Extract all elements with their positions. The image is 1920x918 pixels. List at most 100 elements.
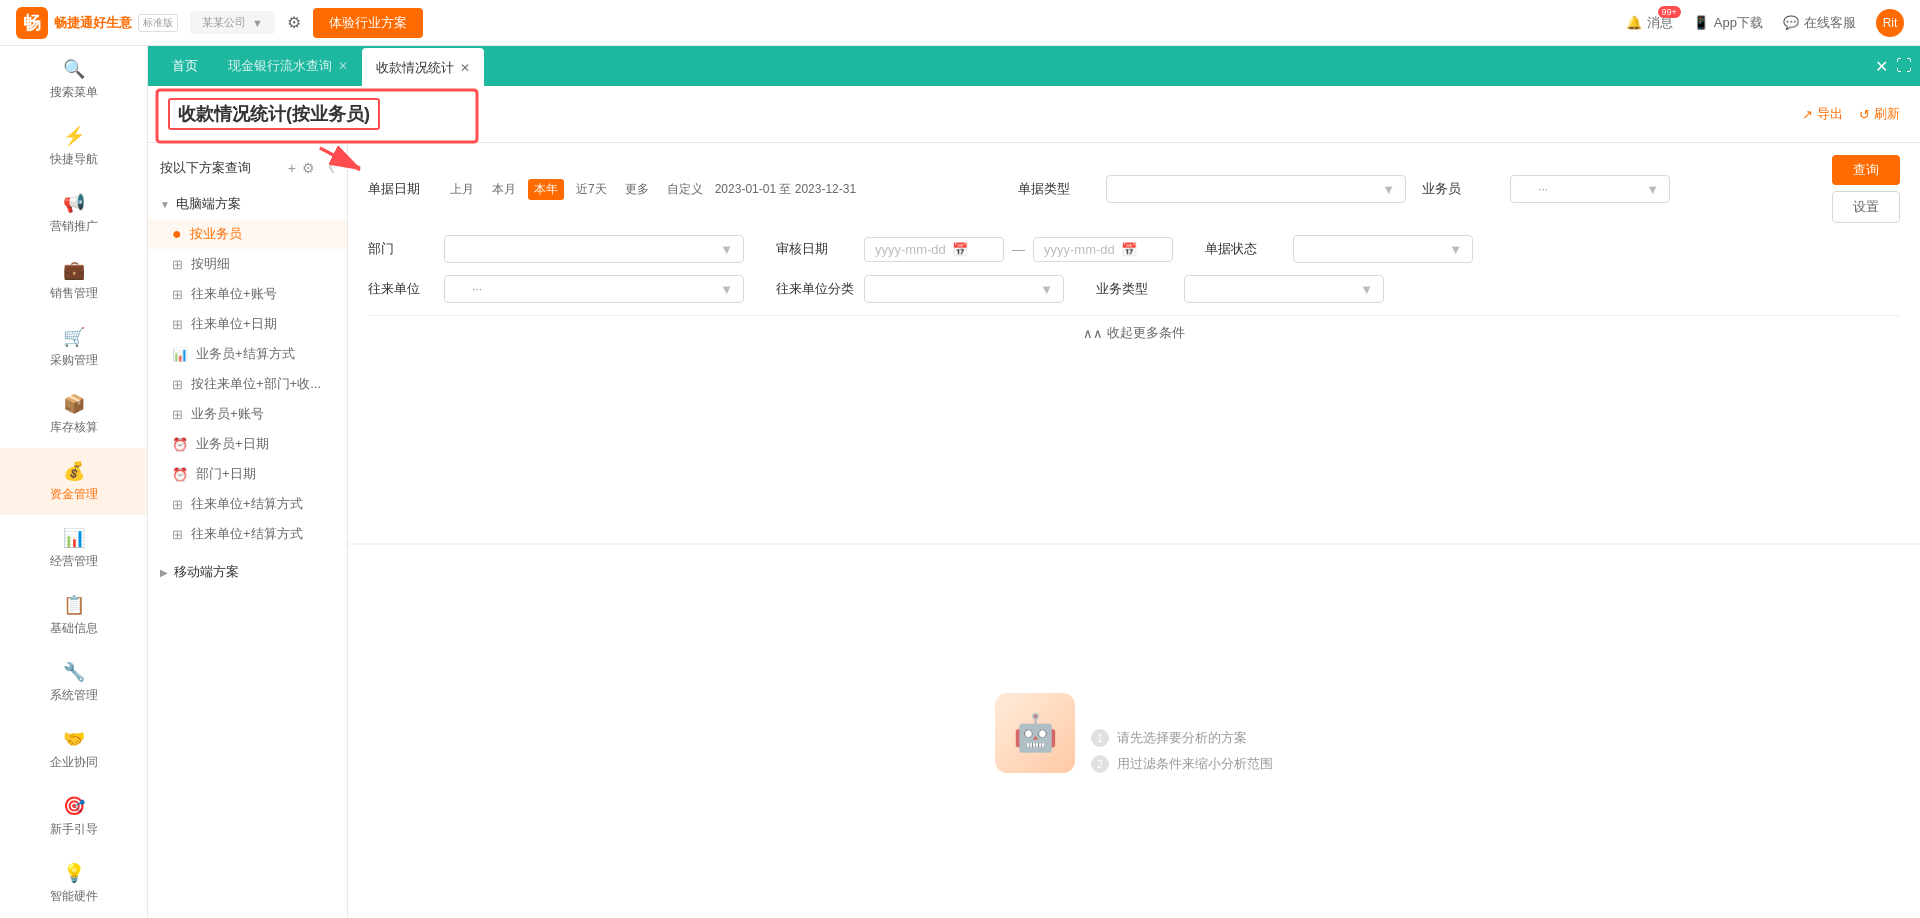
- header-right: 🔔 消息 99+ 📱 App下载 💬 在线客服 Rit: [1626, 9, 1904, 37]
- settings-icon[interactable]: ⚙: [287, 13, 301, 32]
- logo-icon: 畅: [16, 7, 48, 39]
- scheme-item-salesperson-settlement[interactable]: 📊 业务员+结算方式: [148, 339, 347, 369]
- date-shortcut-this-year[interactable]: 本年: [528, 179, 564, 200]
- action-buttons: 查询 设置: [1832, 155, 1900, 223]
- online-service-btn[interactable]: 💬 在线客服: [1783, 14, 1856, 32]
- scheme-group-mobile-title[interactable]: ▶ 移动端方案: [148, 557, 347, 587]
- edition-badge: 标准版: [138, 14, 178, 32]
- sidebar-item-system[interactable]: 🔧 系统管理: [0, 649, 147, 716]
- refresh-icon: ↺: [1859, 107, 1870, 122]
- scheme-item-salesperson-date[interactable]: ⏰ 业务员+日期: [148, 429, 347, 459]
- sidebar-item-finance[interactable]: 💰 资金管理: [0, 448, 147, 515]
- sidebar-item-quick-nav[interactable]: ⚡ 快捷导航: [0, 113, 147, 180]
- sidebar-item-enterprise[interactable]: 🤝 企业协同: [0, 716, 147, 783]
- mobile-expand-arrow: ▶: [160, 567, 168, 578]
- scheme-item-partner-settlement3[interactable]: ⊞ 往来单位+结算方式: [148, 519, 347, 549]
- date-shortcut-7days[interactable]: 近7天: [570, 179, 613, 200]
- tab-home[interactable]: 首页: [156, 57, 214, 75]
- calendar-icon-end: 📅: [1121, 242, 1137, 257]
- sidebar-item-sales[interactable]: 💼 销售管理: [0, 247, 147, 314]
- tab-expand-icon[interactable]: ⛶: [1896, 57, 1912, 75]
- date-shortcut-this-month[interactable]: 本月: [486, 179, 522, 200]
- scheme-item-by-detail[interactable]: ⊞ 按明细: [148, 249, 347, 279]
- user-avatar[interactable]: Rit: [1876, 9, 1904, 37]
- tab-receipt-stats[interactable]: 收款情况统计 ✕: [362, 48, 484, 88]
- date-shortcuts: 上月 本月 本年 近7天 更多 自定义 2023-01-01 至 2023-12…: [444, 179, 856, 200]
- filter-row-3: 往来单位 ··· ▼ 往来单位分类 ▼: [368, 275, 1900, 303]
- sidebar-item-purchase[interactable]: 🛒 采购管理: [0, 314, 147, 381]
- date-shortcut-more[interactable]: 更多: [619, 179, 655, 200]
- desktop-expand-arrow: ▼: [160, 199, 170, 210]
- partner-more-icon[interactable]: ···: [472, 282, 482, 296]
- tab-bar-actions: ✕ ⛶: [1875, 57, 1912, 76]
- sidebar-item-hardware[interactable]: 💡 智能硬件: [0, 850, 147, 917]
- page-actions: ↗ 导出 ↺ 刷新: [1802, 105, 1900, 123]
- tip-number-2: 2: [1091, 755, 1109, 773]
- doc-type-select[interactable]: ▼: [1106, 175, 1406, 203]
- sidebar-item-basic[interactable]: 📋 基础信息: [0, 582, 147, 649]
- scheme-item-dept-date[interactable]: ⏰ 部门+日期: [148, 459, 347, 489]
- date-separator: —: [1012, 242, 1025, 257]
- company-selector[interactable]: 某某公司 ▼: [190, 11, 275, 34]
- query-button[interactable]: 查询: [1832, 155, 1900, 185]
- salesperson-date-icon: ⏰: [172, 437, 188, 452]
- empty-state: 🤖 1 请先选择要分析的方案 2 用过滤条件来缩小分析范围: [348, 545, 1920, 918]
- inventory-icon: 📦: [63, 393, 85, 415]
- biz-type-select[interactable]: ▼: [1184, 275, 1384, 303]
- date-shortcut-last-month[interactable]: 上月: [444, 179, 480, 200]
- marketing-icon: 📢: [63, 192, 85, 214]
- sidebar-item-marketing[interactable]: 📢 营销推广: [0, 180, 147, 247]
- partner-type-label: 往来单位分类: [776, 280, 856, 298]
- scheme-header-actions: + ⚙ 《: [288, 159, 335, 177]
- tab-close-all-icon[interactable]: ✕: [1875, 57, 1888, 76]
- scheme-add-icon[interactable]: +: [288, 160, 296, 176]
- main-panel: 按以下方案查询 + ⚙ 《 ▼ 电脑端方案: [148, 143, 1920, 918]
- scheme-item-by-salesperson[interactable]: ● 按业务员: [148, 219, 347, 249]
- partner-settlement2-icon: ⊞: [172, 497, 183, 512]
- scheme-collapse-icon[interactable]: 《: [321, 159, 335, 177]
- tab-bank-close-icon[interactable]: ✕: [338, 59, 348, 73]
- salesperson-scheme-icon: ●: [172, 225, 182, 243]
- refresh-btn[interactable]: ↺ 刷新: [1859, 105, 1900, 123]
- scheme-settings-icon[interactable]: ⚙: [302, 160, 315, 176]
- doc-type-label: 单据类型: [1018, 180, 1098, 198]
- settings-button[interactable]: 设置: [1832, 191, 1900, 223]
- collapse-more-btn[interactable]: ∧∧ 收起更多条件: [368, 315, 1900, 350]
- partner-select[interactable]: ··· ▼: [444, 275, 744, 303]
- tab-receipt-close-icon[interactable]: ✕: [460, 61, 470, 75]
- filter-row-2: 部门 ▼ 审核日期 yyyy-mm-dd 📅: [368, 235, 1900, 263]
- doc-status-select[interactable]: ▼: [1293, 235, 1473, 263]
- notification-btn[interactable]: 🔔 消息 99+: [1626, 14, 1673, 32]
- salesperson-select[interactable]: ··· ▼: [1510, 175, 1670, 203]
- partner-type-select[interactable]: ▼: [864, 275, 1064, 303]
- dept-select[interactable]: ▼: [444, 235, 744, 263]
- sidebar-item-search-menu[interactable]: 🔍 搜索菜单: [0, 46, 147, 113]
- filter-row-1: 单据日期 上月 本月 本年 近7天 更多 自定义 2023-01-01 至 20…: [368, 155, 1900, 223]
- review-date-start[interactable]: yyyy-mm-dd 📅: [864, 237, 1004, 262]
- sidebar-item-guide[interactable]: 🎯 新手引导: [0, 783, 147, 850]
- review-date-end[interactable]: yyyy-mm-dd 📅: [1033, 237, 1173, 262]
- calendar-icon-start: 📅: [952, 242, 968, 257]
- scheme-item-partner-dept[interactable]: ⊞ 按往来单位+部门+收...: [148, 369, 347, 399]
- operation-icon: 📊: [63, 527, 85, 549]
- scheme-item-partner-account[interactable]: ⊞ 往来单位+账号: [148, 279, 347, 309]
- salesperson-settlement-icon: 📊: [172, 347, 188, 362]
- search-menu-icon: 🔍: [63, 58, 85, 80]
- tab-bar: 首页 现金银行流水查询 ✕ 收款情况统计 ✕ ✕ ⛶: [148, 46, 1920, 86]
- scheme-item-partner-settlement2[interactable]: ⊞ 往来单位+结算方式: [148, 489, 347, 519]
- date-shortcut-custom[interactable]: 自定义: [661, 179, 709, 200]
- export-btn[interactable]: ↗ 导出: [1802, 105, 1843, 123]
- sidebar-item-operation[interactable]: 📊 经营管理: [0, 515, 147, 582]
- filter-container: 单据日期 上月 本月 本年 近7天 更多 自定义 2023-01-01 至 20…: [348, 143, 1920, 918]
- scheme-group-desktop-title[interactable]: ▼ 电脑端方案: [148, 189, 347, 219]
- sidebar-item-inventory[interactable]: 📦 库存核算: [0, 381, 147, 448]
- page-content: 收款情况统计(按业务员) ↗ 导出 ↺ 刷新 按以下: [148, 86, 1920, 918]
- salesperson-more-icon[interactable]: ···: [1538, 182, 1548, 196]
- salesperson-account-icon: ⊞: [172, 407, 183, 422]
- empty-tips: 1 请先选择要分析的方案 2 用过滤条件来缩小分析范围: [1091, 729, 1273, 773]
- app-download-btn[interactable]: 📱 App下载: [1693, 14, 1763, 32]
- scheme-item-partner-date[interactable]: ⊞ 往来单位+日期: [148, 309, 347, 339]
- tab-bank-flow[interactable]: 现金银行流水查询 ✕: [214, 46, 362, 86]
- trial-button[interactable]: 体验行业方案: [313, 8, 423, 38]
- scheme-item-salesperson-account[interactable]: ⊞ 业务员+账号: [148, 399, 347, 429]
